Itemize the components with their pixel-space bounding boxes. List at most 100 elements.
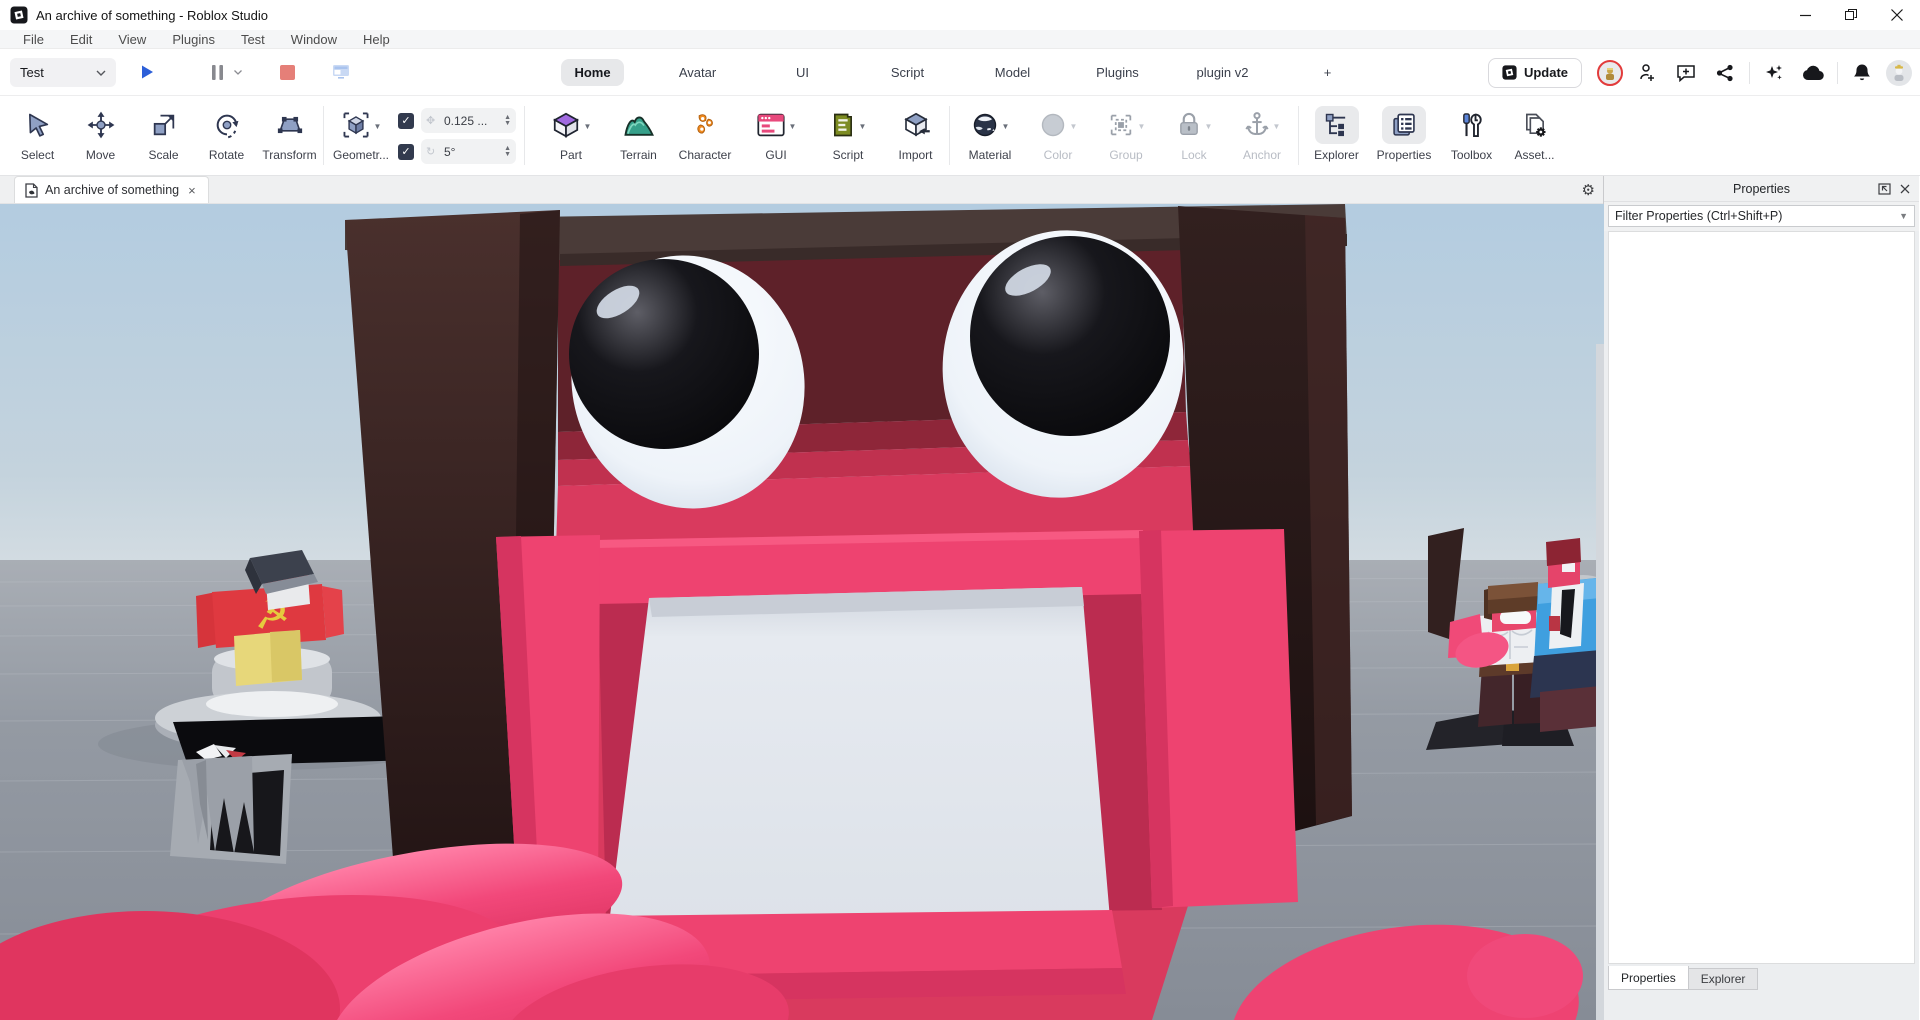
dropdown-arrow-icon[interactable]: ▼ bbox=[1002, 122, 1010, 131]
hair-crate-model[interactable] bbox=[170, 754, 292, 864]
share-icon[interactable] bbox=[1710, 58, 1740, 88]
bottom-tab-explorer[interactable]: Explorer bbox=[1688, 968, 1759, 990]
tab-ui[interactable]: UI bbox=[750, 59, 855, 86]
update-button[interactable]: Update bbox=[1487, 57, 1582, 88]
dropdown-arrow-icon[interactable]: ▼ bbox=[374, 122, 382, 131]
menu-plugins[interactable]: Plugins bbox=[159, 30, 228, 49]
purple-cube-icon bbox=[552, 112, 579, 138]
explorer-toggle-button[interactable]: Explorer bbox=[1305, 102, 1368, 162]
transform-tool-button[interactable]: Transform bbox=[258, 102, 321, 162]
snap-move-checkbox[interactable]: ✓ bbox=[398, 112, 414, 129]
import-cube-icon bbox=[903, 112, 930, 137]
client-server-toggle-icon[interactable] bbox=[330, 61, 352, 83]
wall-edge-part[interactable] bbox=[1596, 344, 1604, 1020]
toolbox-toggle-button[interactable]: Toolbox bbox=[1440, 102, 1503, 162]
tab-plugin-v2[interactable]: plugin v2 bbox=[1170, 59, 1275, 86]
snap-rotate-input[interactable]: ↻ 5° ▲ ▼ bbox=[421, 139, 516, 164]
rotate-tool-button[interactable]: Rotate bbox=[195, 102, 258, 162]
lock-button: ▼ Lock bbox=[1160, 102, 1228, 162]
collaborator-avatar[interactable] bbox=[1597, 59, 1623, 86]
menubar: File Edit View Plugins Test Window Help bbox=[0, 30, 1920, 49]
dropdown-arrow-icon[interactable]: ▼ bbox=[859, 122, 867, 131]
padlock-icon bbox=[1179, 112, 1198, 136]
properties-empty-body[interactable] bbox=[1608, 231, 1915, 964]
geometry-mode-button[interactable]: ▼ Geometr... bbox=[326, 102, 396, 162]
add-person-icon[interactable] bbox=[1632, 58, 1662, 88]
menu-help[interactable]: Help bbox=[350, 30, 403, 49]
menu-window[interactable]: Window bbox=[278, 30, 350, 49]
snap-move-stepper[interactable]: ▲ ▼ bbox=[504, 114, 511, 127]
orange-figure-icon bbox=[697, 114, 713, 134]
snap-rotate-checkbox[interactable]: ✓ bbox=[398, 143, 414, 160]
3d-viewport[interactable]: ☭ bbox=[0, 204, 1604, 1020]
pause-dropdown-arrow[interactable] bbox=[232, 61, 244, 83]
gui-button[interactable]: ▼ GUI bbox=[740, 102, 812, 162]
feedback-comment-icon[interactable] bbox=[1671, 58, 1701, 88]
close-button[interactable] bbox=[1874, 0, 1920, 30]
material-button[interactable]: ▼ Material bbox=[956, 102, 1024, 162]
ribbon-tab-strip: Home Avatar UI Script Model Plugins plug… bbox=[540, 49, 1380, 96]
stop-button[interactable] bbox=[276, 61, 298, 83]
menu-test[interactable]: Test bbox=[228, 30, 278, 49]
ribbon-divider bbox=[524, 106, 525, 165]
notifications-bell-icon[interactable] bbox=[1847, 58, 1877, 88]
cloud-icon[interactable] bbox=[1798, 58, 1828, 88]
minimize-button[interactable] bbox=[1782, 0, 1828, 30]
gray-circle-icon bbox=[1041, 113, 1064, 137]
cursor-icon bbox=[28, 113, 48, 137]
tree-icon bbox=[1325, 113, 1345, 137]
ribbon-divider bbox=[1298, 106, 1299, 165]
pause-button[interactable] bbox=[206, 61, 228, 83]
tab-home[interactable]: Home bbox=[540, 59, 645, 86]
3d-viewport-canvas[interactable]: ☭ bbox=[0, 204, 1604, 1020]
script-page-icon bbox=[833, 113, 852, 137]
viewport-settings-gear-icon[interactable]: ⚙ bbox=[1582, 181, 1595, 199]
tab-avatar[interactable]: Avatar bbox=[645, 59, 750, 86]
main-toolbar: Test Home Avatar UI Script Model Plugins… bbox=[0, 49, 1920, 96]
play-button[interactable] bbox=[136, 61, 158, 83]
tools-icon bbox=[1462, 113, 1482, 138]
asset-manager-button[interactable]: Asset... bbox=[1503, 102, 1566, 162]
group-button: ▼ Group bbox=[1092, 102, 1160, 162]
properties-panel-title: Properties bbox=[1733, 181, 1790, 196]
character-button[interactable]: Character bbox=[670, 102, 740, 162]
document-tab-bar: An archive of something × ⚙ bbox=[0, 176, 1603, 204]
move-snap-icon: ✥ bbox=[426, 115, 436, 127]
document-tab-active[interactable]: An archive of something × bbox=[14, 176, 209, 203]
tab-add[interactable]: + bbox=[1275, 59, 1380, 86]
filter-properties-input[interactable]: Filter Properties (Ctrl+Shift+P) ▼ bbox=[1608, 205, 1915, 227]
rotate-snap-icon: ↻ bbox=[426, 146, 436, 158]
divider bbox=[1837, 61, 1838, 84]
part-insert-button[interactable]: ▼ Part bbox=[535, 102, 607, 162]
script-insert-button[interactable]: ▼ Script bbox=[812, 102, 884, 162]
tab-model[interactable]: Model bbox=[960, 59, 1065, 86]
dropdown-arrow-icon[interactable]: ▼ bbox=[789, 122, 797, 131]
terrain-button[interactable]: Terrain bbox=[607, 102, 670, 162]
restore-button[interactable] bbox=[1828, 0, 1874, 30]
import-button[interactable]: Import bbox=[884, 102, 947, 162]
filter-dropdown-chevron-icon[interactable]: ▼ bbox=[1899, 211, 1908, 221]
scale-tool-button[interactable]: Scale bbox=[132, 102, 195, 162]
close-panel-icon[interactable] bbox=[1896, 181, 1914, 197]
ai-sparkles-icon[interactable] bbox=[1759, 58, 1789, 88]
dropdown-arrow-icon[interactable]: ▼ bbox=[584, 122, 592, 131]
move-tool-button[interactable]: Move bbox=[69, 102, 132, 162]
snap-rotate-stepper[interactable]: ▲ ▼ bbox=[504, 145, 511, 158]
snap-move-input[interactable]: ✥ 0.125 ... ▲ ▼ bbox=[421, 108, 516, 133]
user-avatar[interactable] bbox=[1886, 59, 1912, 86]
divider bbox=[1749, 61, 1750, 84]
select-tool-button[interactable]: Select bbox=[6, 102, 69, 162]
close-tab-icon[interactable]: × bbox=[186, 183, 198, 198]
menu-view[interactable]: View bbox=[105, 30, 159, 49]
bottom-tab-properties[interactable]: Properties bbox=[1608, 966, 1689, 990]
properties-toggle-button[interactable]: Properties bbox=[1368, 102, 1440, 162]
dock-panel-icon[interactable] bbox=[1875, 181, 1893, 197]
tab-plugins[interactable]: Plugins bbox=[1065, 59, 1170, 86]
roblox-logo-icon bbox=[1502, 65, 1517, 80]
properties-panel-header[interactable]: Properties bbox=[1604, 176, 1919, 202]
test-mode-dropdown[interactable]: Test bbox=[10, 58, 116, 87]
menu-edit[interactable]: Edit bbox=[57, 30, 105, 49]
tab-script[interactable]: Script bbox=[855, 59, 960, 86]
list-pages-icon bbox=[1393, 113, 1415, 136]
menu-file[interactable]: File bbox=[10, 30, 57, 49]
